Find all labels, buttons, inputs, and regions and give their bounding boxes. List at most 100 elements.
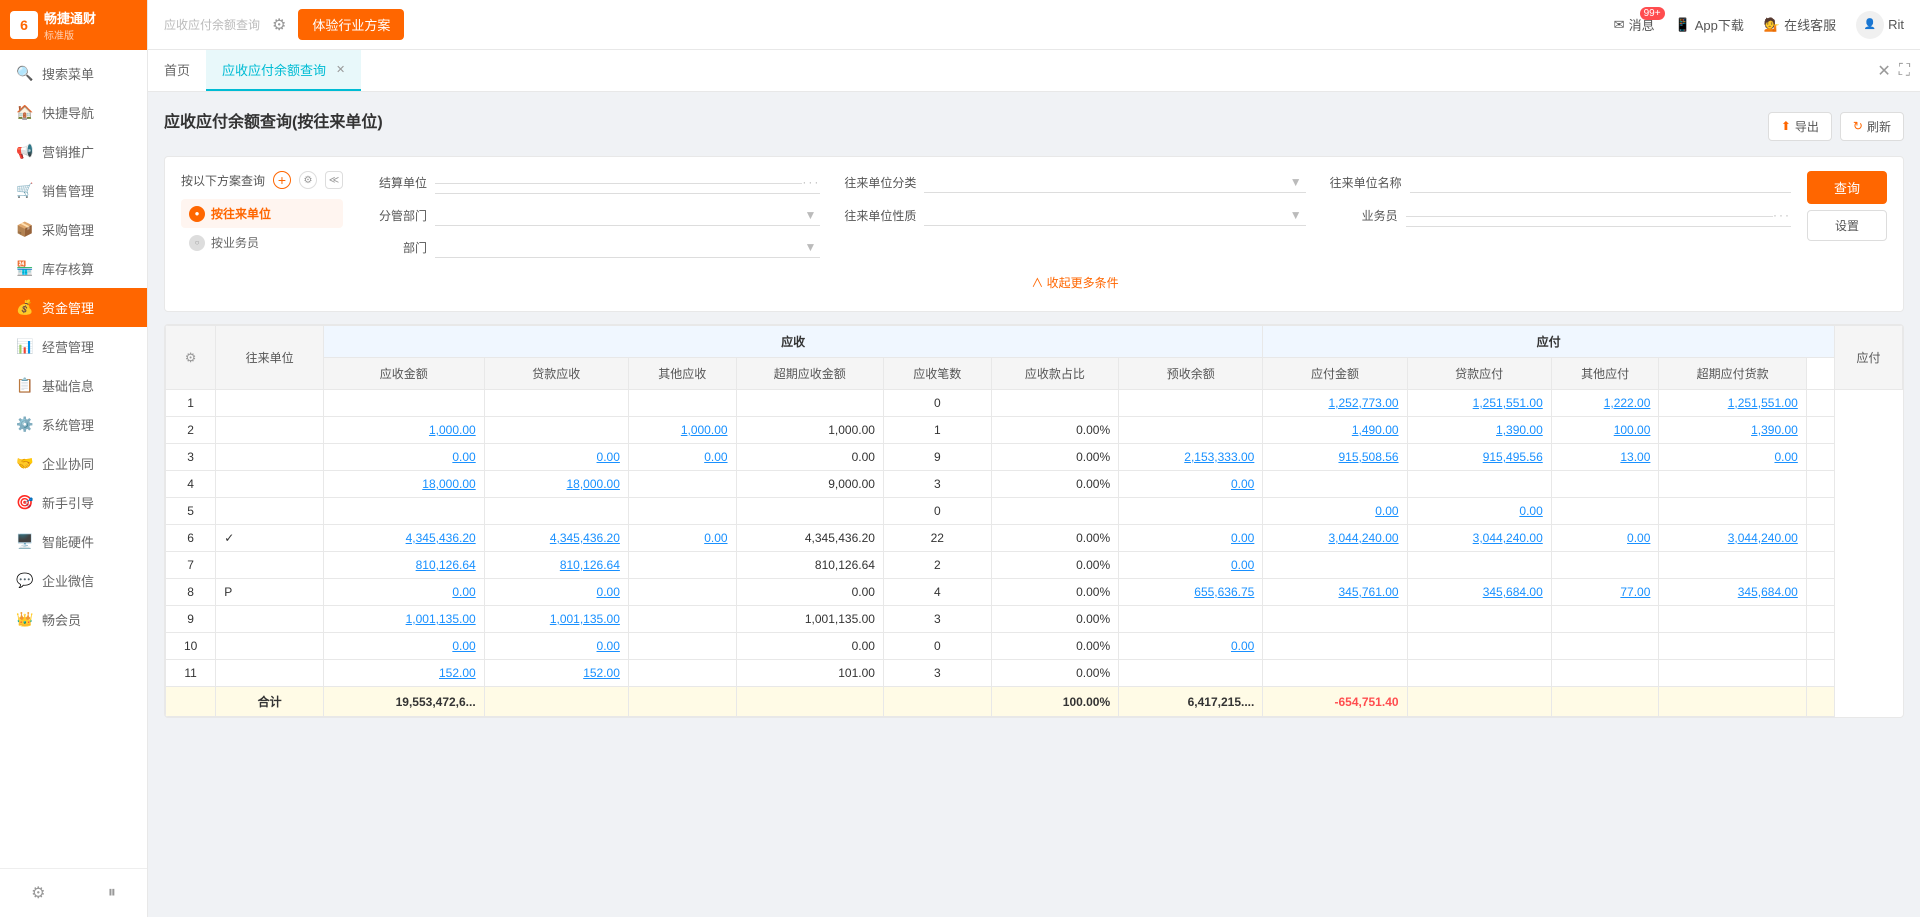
table-cell[interactable]: 1,001,135.00 — [323, 606, 484, 633]
tab-arbalance[interactable]: 应收应付余额查询 ✕ — [206, 50, 361, 91]
table-cell[interactable]: 100.00 — [1551, 417, 1659, 444]
online-service-button[interactable]: 💁 在线客服 — [1764, 15, 1836, 34]
table-cell[interactable]: 3,044,240.00 — [1263, 525, 1407, 552]
table-cell — [1659, 471, 1806, 498]
table-cell[interactable]: 0.00 — [628, 444, 736, 471]
table-cell[interactable]: 0.00 — [323, 444, 484, 471]
sidebar-item-inventory[interactable]: 🏪 库存核算 — [0, 249, 147, 288]
sidebar-item-operation[interactable]: 📊 经营管理 — [0, 327, 147, 366]
partner-name-input[interactable] — [1410, 172, 1791, 193]
table-cell[interactable]: 0.00 — [1659, 444, 1806, 471]
table-cell[interactable]: 1,001,135.00 — [484, 606, 628, 633]
department-input[interactable]: ▼ — [435, 237, 820, 258]
table-cell[interactable]: 1,390.00 — [1407, 417, 1551, 444]
sidebar-item-wechat[interactable]: 💬 企业微信 — [0, 561, 147, 600]
settings-footer-icon[interactable]: ⚙ — [21, 877, 55, 909]
table-cell[interactable]: 0.00 — [1119, 525, 1263, 552]
sidebar-item-guide[interactable]: 🎯 新手引导 — [0, 483, 147, 522]
sidebar-item-sales[interactable]: 🛒 销售管理 — [0, 171, 147, 210]
table-cell[interactable]: 3,044,240.00 — [1659, 525, 1806, 552]
settlement-input[interactable]: ··· — [435, 171, 820, 194]
sidebar-item-basic[interactable]: 📋 基础信息 — [0, 366, 147, 405]
table-cell[interactable]: 1,000.00 — [628, 417, 736, 444]
table-cell[interactable]: 345,761.00 — [1263, 579, 1407, 606]
table-cell[interactable]: 655,636.75 — [1119, 579, 1263, 606]
table-cell[interactable]: 1,251,551.00 — [1407, 390, 1551, 417]
sidebar-item-capital[interactable]: 💰 资金管理 — [0, 288, 147, 327]
table-cell[interactable]: 18,000.00 — [323, 471, 484, 498]
table-cell[interactable]: 4,345,436.20 — [323, 525, 484, 552]
table-cell[interactable]: 0.00 — [1551, 525, 1659, 552]
table-cell[interactable]: 1,222.00 — [1551, 390, 1659, 417]
gear-icon[interactable]: ⚙ — [272, 15, 286, 35]
filter-collapse-left-icon[interactable]: ≪ — [325, 171, 343, 189]
filter-field-settlement: 结算单位 ··· — [359, 171, 820, 194]
filter-settings-icon[interactable]: ⚙ — [299, 171, 317, 189]
sidebar-item-member[interactable]: 👑 畅会员 — [0, 600, 147, 639]
table-cell[interactable]: 0.00 — [1407, 498, 1551, 525]
filter-nav-by-partner[interactable]: ● 按往来单位 — [181, 199, 343, 228]
col-settings[interactable]: ⚙ — [166, 326, 216, 390]
messages-button[interactable]: ✉ 消息 99+ — [1614, 15, 1655, 34]
table-cell[interactable]: 152.00 — [323, 660, 484, 687]
table-cell[interactable]: 915,508.56 — [1263, 444, 1407, 471]
table-cell[interactable]: 1,390.00 — [1659, 417, 1806, 444]
table-settings-button[interactable]: 设置 — [1807, 210, 1887, 241]
table-cell[interactable]: 77.00 — [1551, 579, 1659, 606]
export-button[interactable]: ⬆ 导出 — [1768, 112, 1832, 141]
sidebar-item-enterprise[interactable]: 🤝 企业协同 — [0, 444, 147, 483]
table-cell[interactable]: 3,044,240.00 — [1407, 525, 1551, 552]
table-cell[interactable]: 0.00 — [484, 444, 628, 471]
filter-add-icon[interactable]: + — [273, 171, 291, 189]
salesperson-input[interactable]: ··· — [1406, 204, 1791, 227]
partner-nature-input[interactable]: ▼ — [924, 205, 1305, 226]
sidebar-item-search[interactable]: 🔍 搜索菜单 — [0, 54, 147, 93]
collapse-footer-icon[interactable]: ⏸ — [98, 878, 126, 908]
table-cell[interactable]: 18,000.00 — [484, 471, 628, 498]
sidebar-item-purchase[interactable]: 📦 采购管理 — [0, 210, 147, 249]
sidebar-item-system[interactable]: ⚙️ 系统管理 — [0, 405, 147, 444]
salesperson-dots-icon[interactable]: ··· — [1773, 208, 1791, 222]
table-cell[interactable]: 810,126.64 — [484, 552, 628, 579]
table-cell[interactable]: 0.00 — [484, 633, 628, 660]
table-cell[interactable]: 13.00 — [1551, 444, 1659, 471]
table-cell[interactable]: 345,684.00 — [1659, 579, 1806, 606]
cta-button[interactable]: 体验行业方案 — [298, 9, 404, 40]
table-cell[interactable]: 915,495.56 — [1407, 444, 1551, 471]
settlement-dots-icon[interactable]: ··· — [802, 175, 820, 189]
user-menu[interactable]: 👤 Rit — [1856, 11, 1904, 39]
table-cell[interactable]: 1,251,551.00 — [1659, 390, 1806, 417]
tab-fullscreen-icon[interactable]: ⛶ — [1899, 62, 1910, 80]
tab-close-icon[interactable]: ✕ — [336, 63, 345, 76]
table-cell[interactable]: 0.00 — [323, 633, 484, 660]
table-cell[interactable]: 1,000.00 — [323, 417, 484, 444]
table-cell[interactable]: 1,490.00 — [1263, 417, 1407, 444]
table-settings-icon[interactable]: ⚙ — [185, 350, 197, 365]
table-cell[interactable]: 2,153,333.00 — [1119, 444, 1263, 471]
app-download-button[interactable]: 📱 App下载 — [1675, 15, 1744, 34]
refresh-button[interactable]: ↻ 刷新 — [1840, 112, 1904, 141]
table-cell[interactable]: 0.00 — [1119, 471, 1263, 498]
sidebar-item-label: 智能硬件 — [42, 532, 94, 551]
partner-category-input[interactable]: ▼ — [924, 172, 1305, 193]
collapse-filter-button[interactable]: ∧ 收起更多条件 — [359, 268, 1791, 297]
table-cell[interactable]: 1,252,773.00 — [1263, 390, 1407, 417]
table-cell[interactable]: 4,345,436.20 — [484, 525, 628, 552]
table-cell[interactable]: 0.00 — [484, 579, 628, 606]
table-cell[interactable]: 0.00 — [1263, 498, 1407, 525]
dept-input[interactable]: ▼ — [435, 205, 820, 226]
table-cell[interactable]: 0.00 — [323, 579, 484, 606]
sidebar-item-hardware[interactable]: 🖥️ 智能硬件 — [0, 522, 147, 561]
table-cell[interactable]: 152.00 — [484, 660, 628, 687]
query-button[interactable]: 查询 — [1807, 171, 1887, 204]
sidebar-item-marketing[interactable]: 📢 营销推广 — [0, 132, 147, 171]
filter-nav-by-staff[interactable]: ○ 按业务员 — [181, 228, 343, 257]
table-cell[interactable]: 0.00 — [1119, 552, 1263, 579]
table-cell[interactable]: 0.00 — [1119, 633, 1263, 660]
table-cell[interactable]: 810,126.64 — [323, 552, 484, 579]
table-cell[interactable]: 0.00 — [628, 525, 736, 552]
tab-close-window-icon[interactable]: ✕ — [1877, 61, 1890, 81]
table-cell[interactable]: 345,684.00 — [1407, 579, 1551, 606]
sidebar-item-quick[interactable]: 🏠 快捷导航 — [0, 93, 147, 132]
tab-home[interactable]: 首页 — [148, 50, 206, 91]
